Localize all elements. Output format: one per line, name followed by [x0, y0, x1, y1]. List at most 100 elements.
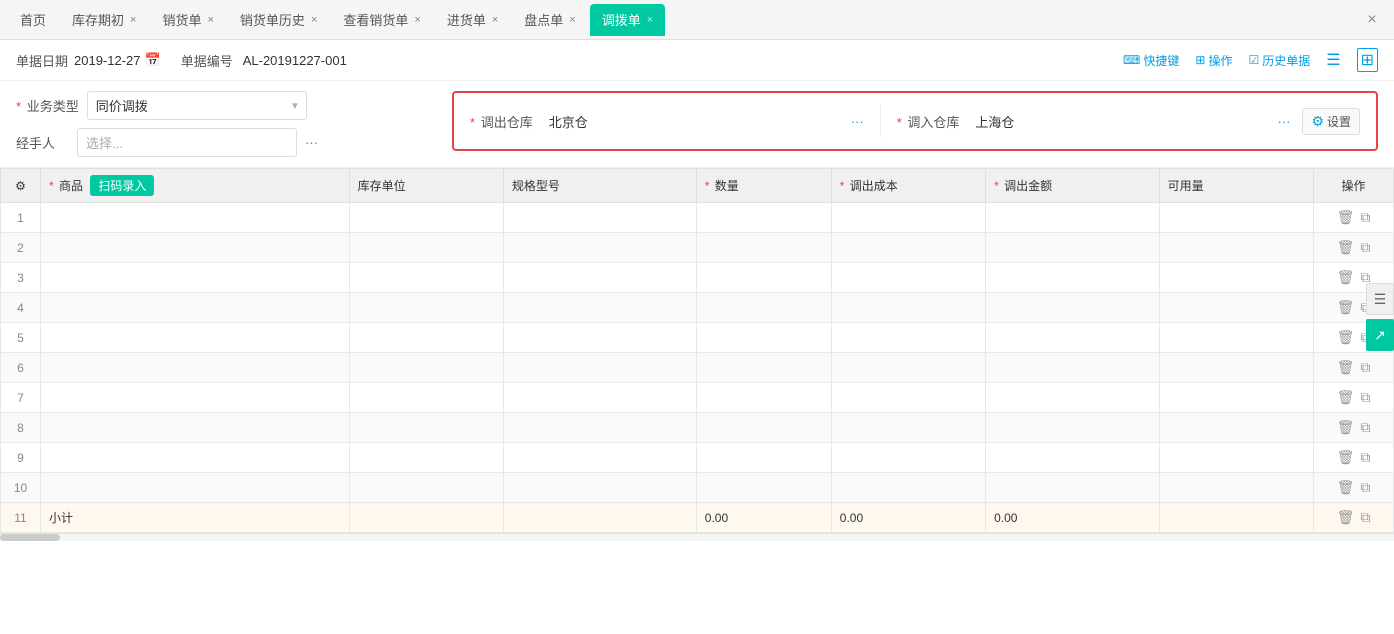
- row-10-spec[interactable]: [503, 473, 696, 503]
- row-8-amount[interactable]: [986, 413, 1160, 443]
- row-10-amount[interactable]: [986, 473, 1160, 503]
- row-1-spec[interactable]: [503, 203, 696, 233]
- tab-transfer[interactable]: 调拨单 ×: [590, 4, 665, 36]
- copy-row-2-button[interactable]: ⧉: [1360, 239, 1370, 256]
- delete-row-11-button[interactable]: 🗑: [1337, 509, 1355, 526]
- row-1-cost[interactable]: [831, 203, 985, 233]
- row-2-qty[interactable]: [696, 233, 831, 263]
- delete-row-3-button[interactable]: 🗑: [1337, 269, 1355, 286]
- side-external-button[interactable]: ↗: [1366, 319, 1394, 351]
- tab-close-inventory-count[interactable]: ×: [569, 14, 575, 26]
- scan-entry-button[interactable]: 扫码录入: [90, 175, 154, 196]
- row-6-qty[interactable]: [696, 353, 831, 383]
- row-6-product[interactable]: [41, 353, 350, 383]
- row-7-unit[interactable]: [349, 383, 503, 413]
- row-10-cost[interactable]: [831, 473, 985, 503]
- delete-row-8-button[interactable]: 🗑: [1337, 419, 1355, 436]
- row-1-unit[interactable]: [349, 203, 503, 233]
- row-7-qty[interactable]: [696, 383, 831, 413]
- row-5-qty[interactable]: [696, 323, 831, 353]
- row-9-unit[interactable]: [349, 443, 503, 473]
- tab-close-purchase-order[interactable]: ×: [492, 14, 498, 26]
- row-7-amount[interactable]: [986, 383, 1160, 413]
- warehouse-out-more-button[interactable]: ···: [851, 114, 864, 129]
- tab-close-sales-order[interactable]: ×: [207, 14, 213, 26]
- copy-row-1-button[interactable]: ⧉: [1360, 209, 1370, 226]
- row-4-unit[interactable]: [349, 293, 503, 323]
- tab-close-inventory-init[interactable]: ×: [130, 14, 136, 26]
- row-2-product[interactable]: [41, 233, 350, 263]
- row-9-spec[interactable]: [503, 443, 696, 473]
- tab-close-transfer[interactable]: ×: [647, 14, 653, 26]
- row-3-qty[interactable]: [696, 263, 831, 293]
- row-7-spec[interactable]: [503, 383, 696, 413]
- row-10-qty[interactable]: [696, 473, 831, 503]
- warehouse-in-more-button[interactable]: ···: [1277, 114, 1290, 129]
- handler-select[interactable]: 选择...: [77, 128, 297, 157]
- delete-row-9-button[interactable]: 🗑: [1337, 449, 1355, 466]
- row-2-amount[interactable]: [986, 233, 1160, 263]
- row-4-spec[interactable]: [503, 293, 696, 323]
- delete-row-5-button[interactable]: 🗑: [1337, 329, 1355, 346]
- copy-row-11-button[interactable]: ⧉: [1360, 509, 1370, 526]
- copy-row-6-button[interactable]: ⧉: [1360, 359, 1370, 376]
- copy-row-10-button[interactable]: ⧉: [1360, 479, 1370, 496]
- row-9-product[interactable]: [41, 443, 350, 473]
- handler-more-button[interactable]: ···: [305, 135, 318, 150]
- row-2-spec[interactable]: [503, 233, 696, 263]
- business-type-select[interactable]: 同价调拨 ▾: [87, 91, 307, 120]
- row-9-cost[interactable]: [831, 443, 985, 473]
- copy-row-8-button[interactable]: ⧉: [1360, 419, 1370, 436]
- table-view-button[interactable]: ⊞: [1357, 48, 1378, 72]
- copy-row-9-button[interactable]: ⧉: [1360, 449, 1370, 466]
- row-6-unit[interactable]: [349, 353, 503, 383]
- tab-close-sales-history[interactable]: ×: [311, 14, 317, 26]
- row-4-amount[interactable]: [986, 293, 1160, 323]
- row-8-qty[interactable]: [696, 413, 831, 443]
- row-3-unit[interactable]: [349, 263, 503, 293]
- row-6-spec[interactable]: [503, 353, 696, 383]
- delete-row-6-button[interactable]: 🗑: [1337, 359, 1355, 376]
- scrollbar-thumb[interactable]: [0, 534, 60, 541]
- horizontal-scrollbar[interactable]: [0, 533, 1394, 541]
- tab-view-sales[interactable]: 查看销货单 ×: [331, 4, 432, 36]
- row-8-cost[interactable]: [831, 413, 985, 443]
- row-1-amount[interactable]: [986, 203, 1160, 233]
- shortcuts-button[interactable]: ⌨ 快捷键: [1123, 52, 1179, 69]
- row-10-product[interactable]: [41, 473, 350, 503]
- delete-row-1-button[interactable]: 🗑: [1337, 209, 1355, 226]
- side-list-button[interactable]: ☰: [1366, 283, 1394, 315]
- row-2-unit[interactable]: [349, 233, 503, 263]
- row-9-qty[interactable]: [696, 443, 831, 473]
- tab-sales-order[interactable]: 销货单 ×: [150, 4, 225, 36]
- row-1-product[interactable]: [41, 203, 350, 233]
- tab-purchase-order[interactable]: 进货单 ×: [435, 4, 510, 36]
- row-6-amount[interactable]: [986, 353, 1160, 383]
- calendar-icon[interactable]: 📅: [145, 52, 161, 68]
- delete-row-10-button[interactable]: 🗑: [1337, 479, 1355, 496]
- row-5-cost[interactable]: [831, 323, 985, 353]
- row-8-spec[interactable]: [503, 413, 696, 443]
- row-3-spec[interactable]: [503, 263, 696, 293]
- history-button[interactable]: ☑ 历史单据: [1248, 52, 1310, 69]
- tab-sales-history[interactable]: 销货单历史 ×: [228, 4, 329, 36]
- row-6-cost[interactable]: [831, 353, 985, 383]
- row-4-qty[interactable]: [696, 293, 831, 323]
- tab-inventory-init[interactable]: 库存期初 ×: [60, 4, 148, 36]
- row-9-amount[interactable]: [986, 443, 1160, 473]
- row-1-qty[interactable]: [696, 203, 831, 233]
- settings-button[interactable]: ⚙ 设置: [1302, 108, 1360, 135]
- tab-close-view-sales[interactable]: ×: [414, 14, 420, 26]
- row-8-unit[interactable]: [349, 413, 503, 443]
- window-close-button[interactable]: ×: [1358, 6, 1386, 34]
- row-3-cost[interactable]: [831, 263, 985, 293]
- row-3-amount[interactable]: [986, 263, 1160, 293]
- tab-home[interactable]: 首页: [8, 4, 58, 36]
- row-4-cost[interactable]: [831, 293, 985, 323]
- copy-row-7-button[interactable]: ⧉: [1360, 389, 1370, 406]
- delete-row-7-button[interactable]: 🗑: [1337, 389, 1355, 406]
- row-7-product[interactable]: [41, 383, 350, 413]
- row-5-unit[interactable]: [349, 323, 503, 353]
- row-5-amount[interactable]: [986, 323, 1160, 353]
- th-gear[interactable]: ⚙: [1, 169, 41, 203]
